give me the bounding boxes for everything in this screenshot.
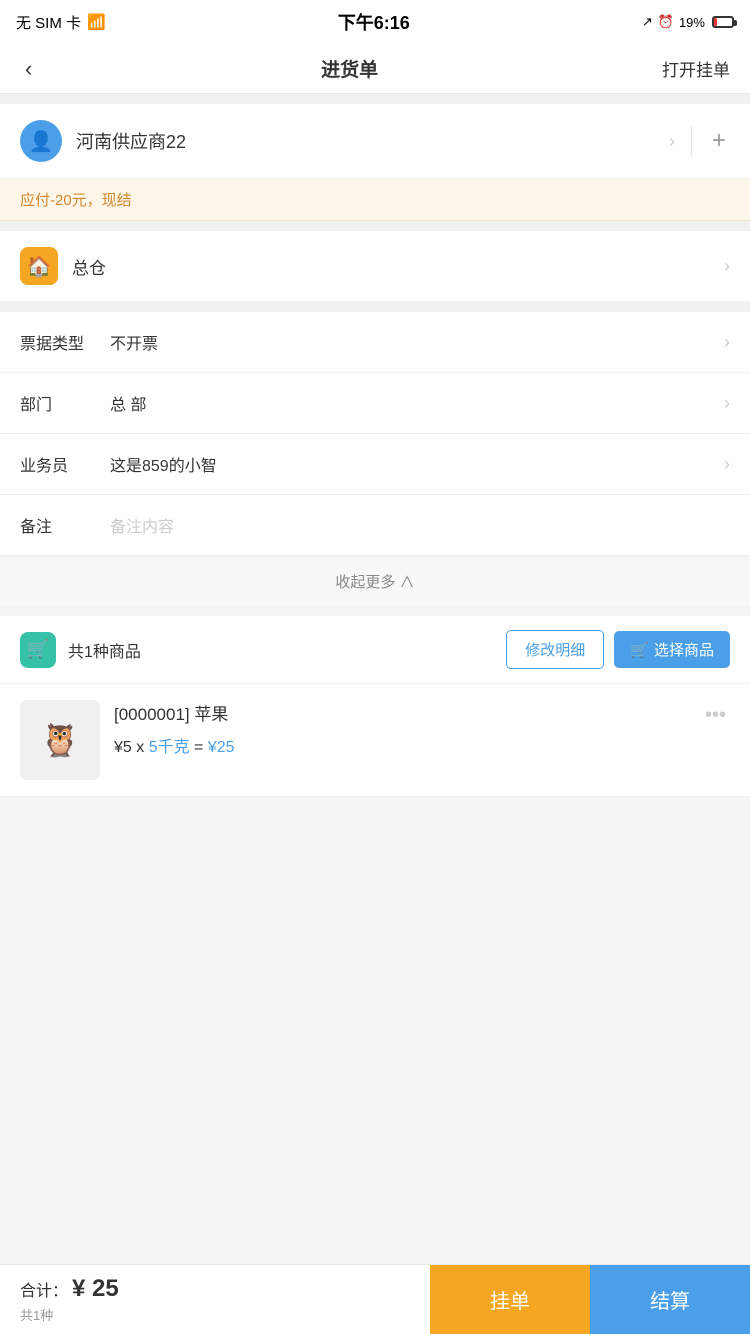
invoice-key: 票据类型 — [20, 330, 100, 354]
nav-bar: ‹ 进货单 打开挂单 — [0, 44, 750, 94]
battery-label: 19% — [679, 15, 705, 30]
product-header: 🛒 共1种商品 修改明细 🛒 选择商品 — [0, 616, 750, 684]
form-row-dept[interactable]: 部门 总 部 › — [0, 373, 750, 434]
price-equals: = — [190, 739, 208, 756]
salesman-key: 业务员 — [20, 452, 100, 476]
remark-key: 备注 — [20, 513, 100, 537]
warehouse-section: 🏠 总仓 › — [0, 231, 750, 302]
select-product-button[interactable]: 🛒 选择商品 — [614, 631, 730, 668]
owl-logo-icon: 🦉 — [40, 721, 80, 759]
notice-text: 应付-20元，现结 — [20, 192, 132, 209]
avatar-icon: 👤 — [29, 129, 54, 154]
form-row-invoice[interactable]: 票据类型 不开票 › — [0, 312, 750, 373]
supplier-section: 👤 河南供应商22 › + 应付-20元，现结 — [0, 104, 750, 221]
product-icon: 🛒 — [20, 632, 56, 668]
product-count: 共1种商品 — [68, 638, 506, 662]
product-info: [0000001] 苹果 ¥5 x 5千克 = ¥25 — [114, 700, 701, 757]
add-button[interactable]: + — [708, 123, 730, 159]
status-time: 下午6:16 — [338, 9, 410, 35]
salesman-value: 这是859的小智 — [100, 452, 724, 476]
footer-spacer — [0, 797, 750, 867]
collapse-row[interactable]: 收起更多 ∧ — [0, 556, 750, 606]
open-hang-button[interactable]: 打开挂单 — [662, 56, 730, 81]
divider-2 — [0, 302, 750, 312]
product-card: 🦉 [0000001] 苹果 ¥5 x 5千克 = ¥25 ••• — [0, 684, 750, 797]
product-more-button[interactable]: ••• — [701, 700, 730, 731]
product-name: [0000001] 苹果 — [114, 700, 701, 725]
supplier-row[interactable]: 👤 河南供应商22 › + — [0, 104, 750, 179]
supplier-avatar: 👤 — [20, 120, 62, 162]
price-total: ¥25 — [208, 739, 235, 756]
total-amount: ¥ 25 — [72, 1275, 119, 1303]
footer-total-area: 合计： ¥ 25 共1种 — [0, 1265, 430, 1334]
total-label: 合计： — [20, 1277, 68, 1301]
collapse-label: 收起更多 ∧ — [335, 574, 414, 591]
warehouse-chevron-icon: › — [724, 256, 730, 277]
cart-icon: 🛒 — [27, 639, 49, 660]
invoice-chevron-icon: › — [724, 332, 730, 353]
status-left: 无 SIM 卡 📶 — [16, 12, 106, 33]
form-row-salesman[interactable]: 业务员 这是859的小智 › — [0, 434, 750, 495]
form-row-remark[interactable]: 备注 备注内容 — [0, 495, 750, 556]
modify-detail-button[interactable]: 修改明细 — [506, 630, 604, 669]
hang-button[interactable]: 挂单 — [430, 1265, 590, 1334]
dept-value: 总 部 — [100, 391, 724, 415]
product-price: ¥5 x 5千克 = ¥25 — [114, 733, 701, 757]
salesman-chevron-icon: › — [724, 454, 730, 475]
page-title: 进货单 — [321, 55, 378, 82]
dept-chevron-icon: › — [724, 393, 730, 414]
status-bar: 无 SIM 卡 📶 下午6:16 ↗ ⏰ 19% — [0, 0, 750, 44]
supplier-divider — [691, 126, 692, 156]
wifi-icon: 📶 — [87, 13, 106, 31]
warehouse-icon: 🏠 — [20, 247, 58, 285]
product-thumbnail: 🦉 — [20, 700, 100, 780]
invoice-value: 不开票 — [100, 330, 724, 354]
back-button[interactable]: ‹ — [20, 51, 37, 87]
status-right: ↗ ⏰ 19% — [642, 14, 734, 30]
warehouse-name: 总仓 — [72, 254, 724, 279]
footer: 合计： ¥ 25 共1种 挂单 结算 — [0, 1264, 750, 1334]
carrier-label: 无 SIM 卡 — [16, 12, 81, 33]
battery-icon — [712, 16, 734, 28]
remark-placeholder: 备注内容 — [100, 513, 730, 537]
divider-1 — [0, 221, 750, 231]
select-icon: 🛒 — [630, 641, 649, 659]
location-icon: ↗ — [642, 14, 653, 30]
supplier-chevron-icon: › — [669, 131, 675, 152]
settle-button[interactable]: 结算 — [590, 1265, 750, 1334]
dept-key: 部门 — [20, 391, 100, 415]
supplier-name: 河南供应商22 — [76, 128, 669, 154]
total-sub: 共1种 — [20, 1305, 410, 1324]
price-base: ¥5 x — [114, 739, 149, 756]
notice-bar: 应付-20元，现结 — [0, 179, 750, 221]
warehouse-row[interactable]: 🏠 总仓 › — [0, 231, 750, 302]
form-section: 票据类型 不开票 › 部门 总 部 › 业务员 这是859的小智 › 备注 备注… — [0, 312, 750, 556]
price-quantity: 5千克 — [149, 739, 190, 756]
top-divider — [0, 94, 750, 104]
alarm-icon: ⏰ — [658, 14, 674, 30]
select-label: 选择商品 — [654, 639, 714, 660]
